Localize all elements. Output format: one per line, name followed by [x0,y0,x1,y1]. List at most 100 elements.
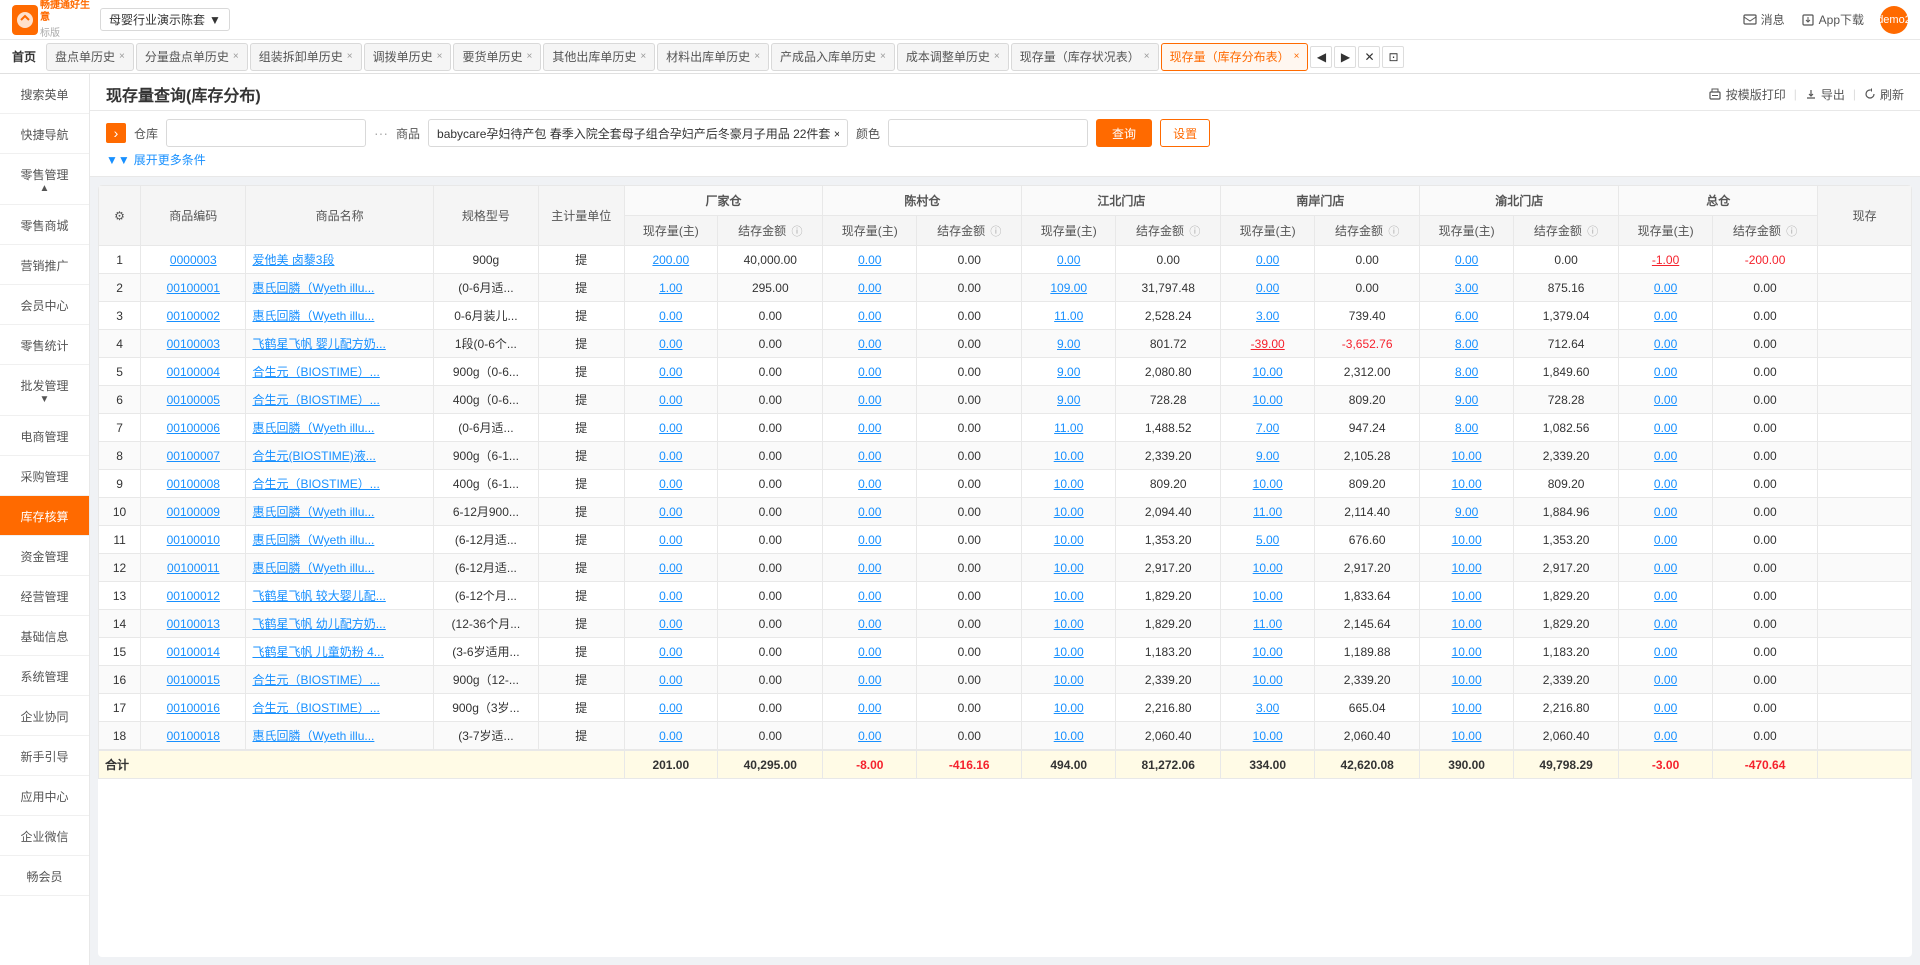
sidebar-item-wholesale[interactable]: 批发管理 ▼ [0,365,89,416]
td-yb-qty[interactable]: 10.00 [1420,610,1514,638]
sidebar-item-members[interactable]: 会员中心 [0,285,89,325]
messages-btn[interactable]: 消息 [1743,11,1785,28]
td-jb-qty[interactable]: 9.00 [1022,330,1116,358]
td-code[interactable]: 00100015 [141,666,246,694]
td-cj-qty[interactable]: 0.00 [624,694,718,722]
td-tot-qty[interactable]: 0.00 [1619,666,1713,694]
td-cj-qty[interactable]: 0.00 [624,638,718,666]
td-name[interactable]: 惠氏回膦（Wyeth illu... [246,302,433,330]
td-tot-qty[interactable]: -1.00 [1619,246,1713,274]
td-code[interactable]: 00100008 [141,470,246,498]
td-code[interactable]: 00100003 [141,330,246,358]
td-yb-qty[interactable]: 9.00 [1420,498,1514,526]
td-cc-qty[interactable]: 0.00 [823,582,917,610]
td-cc-qty[interactable]: 0.00 [823,358,917,386]
td-cc-qty[interactable]: 0.00 [823,470,917,498]
td-cc-qty[interactable]: 0.00 [823,414,917,442]
td-cj-qty[interactable]: 0.00 [624,722,718,751]
sidebar-item-collab[interactable]: 企业协同 [0,696,89,736]
td-name[interactable]: 惠氏回膦（Wyeth illu... [246,722,433,751]
td-cj-qty[interactable]: 0.00 [624,470,718,498]
td-code[interactable]: 00100018 [141,722,246,751]
sidebar-item-apps[interactable]: 应用中心 [0,776,89,816]
sidebar-item-marketing[interactable]: 营销推广 [0,245,89,285]
td-tot-qty[interactable]: 0.00 [1619,302,1713,330]
sidebar-item-base-info[interactable]: 基础信息 [0,616,89,656]
td-jb-qty[interactable]: 10.00 [1022,638,1116,666]
sidebar-item-purchase[interactable]: 采购管理 [0,456,89,496]
tab-8[interactable]: 产成品入库单历史 × [771,43,895,71]
tab-6[interactable]: 其他出库单历史 × [543,43,655,71]
td-code[interactable]: 00100011 [141,554,246,582]
product-input[interactable] [428,119,848,147]
td-yb-qty[interactable]: 8.00 [1420,330,1514,358]
query-btn[interactable]: 查询 [1096,119,1152,147]
td-yb-qty[interactable]: 10.00 [1420,470,1514,498]
td-yb-qty[interactable]: 10.00 [1420,638,1514,666]
sidebar-item-retail-stats[interactable]: 零售统计 [0,325,89,365]
company-selector[interactable]: 母婴行业演示陈套 ▼ [100,8,230,31]
td-cc-qty[interactable]: 0.00 [823,554,917,582]
td-yb-qty[interactable]: 10.00 [1420,722,1514,751]
app-download-btn[interactable]: App下载 [1801,11,1864,28]
td-code[interactable]: 00100009 [141,498,246,526]
sidebar-item-finance[interactable]: 资金管理 [0,536,89,576]
td-yb-qty[interactable]: 10.00 [1420,582,1514,610]
th-setting[interactable]: ⚙ [99,186,141,246]
td-na-qty[interactable]: 10.00 [1221,386,1315,414]
td-tot-qty[interactable]: 0.00 [1619,414,1713,442]
td-name[interactable]: 合生元（BIOSTIME）... [246,358,433,386]
td-tot-qty[interactable]: 0.00 [1619,330,1713,358]
td-name[interactable]: 惠氏回膦（Wyeth illu... [246,554,433,582]
td-tot-qty[interactable]: 0.00 [1619,582,1713,610]
td-na-qty[interactable]: 7.00 [1221,414,1315,442]
export-btn[interactable]: 导出 [1805,86,1845,103]
td-jb-qty[interactable]: 10.00 [1022,526,1116,554]
td-name[interactable]: 惠氏回膦（Wyeth illu... [246,498,433,526]
td-yb-qty[interactable]: 8.00 [1420,358,1514,386]
td-code[interactable]: 00100004 [141,358,246,386]
td-jb-qty[interactable]: 10.00 [1022,442,1116,470]
td-na-qty[interactable]: 10.00 [1221,638,1315,666]
td-cc-qty[interactable]: 0.00 [823,666,917,694]
td-code[interactable]: 00100007 [141,442,246,470]
td-jb-qty[interactable]: 10.00 [1022,470,1116,498]
td-yb-qty[interactable]: 10.00 [1420,666,1514,694]
td-jb-qty[interactable]: 10.00 [1022,666,1116,694]
td-code[interactable]: 00100006 [141,414,246,442]
td-na-qty[interactable]: 11.00 [1221,610,1315,638]
td-yb-qty[interactable]: 8.00 [1420,414,1514,442]
td-jb-qty[interactable]: 10.00 [1022,610,1116,638]
td-yb-qty[interactable]: 0.00 [1420,246,1514,274]
td-name[interactable]: 飞鹤星飞帆 儿童奶粉 4... [246,638,433,666]
tab-prev-btn[interactable]: ◀ [1310,46,1332,68]
td-tot-qty[interactable]: 0.00 [1619,638,1713,666]
tab-home[interactable]: 首页 [4,43,44,71]
tab-expand-btn[interactable]: ⊡ [1382,46,1404,68]
td-name[interactable]: 合生元（BIOSTIME）... [246,470,433,498]
td-name[interactable]: 飞鹤星飞帆 较大婴儿配... [246,582,433,610]
td-name[interactable]: 惠氏回膦（Wyeth illu... [246,526,433,554]
td-cj-qty[interactable]: 200.00 [624,246,718,274]
td-na-qty[interactable]: 9.00 [1221,442,1315,470]
td-jb-qty[interactable]: 0.00 [1022,246,1116,274]
td-jb-qty[interactable]: 109.00 [1022,274,1116,302]
td-cj-qty[interactable]: 0.00 [624,666,718,694]
color-input[interactable] [888,119,1088,147]
td-code[interactable]: 00100010 [141,526,246,554]
td-code[interactable]: 00100012 [141,582,246,610]
expand-more-btn[interactable]: ▼▼ 展开更多条件 [106,151,1904,168]
td-na-qty[interactable]: 10.00 [1221,554,1315,582]
td-jb-qty[interactable]: 10.00 [1022,694,1116,722]
sidebar-item-retail-shop[interactable]: 零售商城 [0,205,89,245]
td-cj-qty[interactable]: 0.00 [624,302,718,330]
sidebar-item-wechat[interactable]: 企业微信 [0,816,89,856]
td-cj-qty[interactable]: 0.00 [624,442,718,470]
td-cc-qty[interactable]: 0.00 [823,274,917,302]
tab-1[interactable]: 盘点单历史 × [46,43,134,71]
td-name[interactable]: 爱他美 卤藜3段 [246,246,433,274]
td-name[interactable]: 飞鹤星飞帆 婴儿配方奶... [246,330,433,358]
td-tot-qty[interactable]: 0.00 [1619,386,1713,414]
td-jb-qty[interactable]: 10.00 [1022,722,1116,751]
td-tot-qty[interactable]: 0.00 [1619,554,1713,582]
